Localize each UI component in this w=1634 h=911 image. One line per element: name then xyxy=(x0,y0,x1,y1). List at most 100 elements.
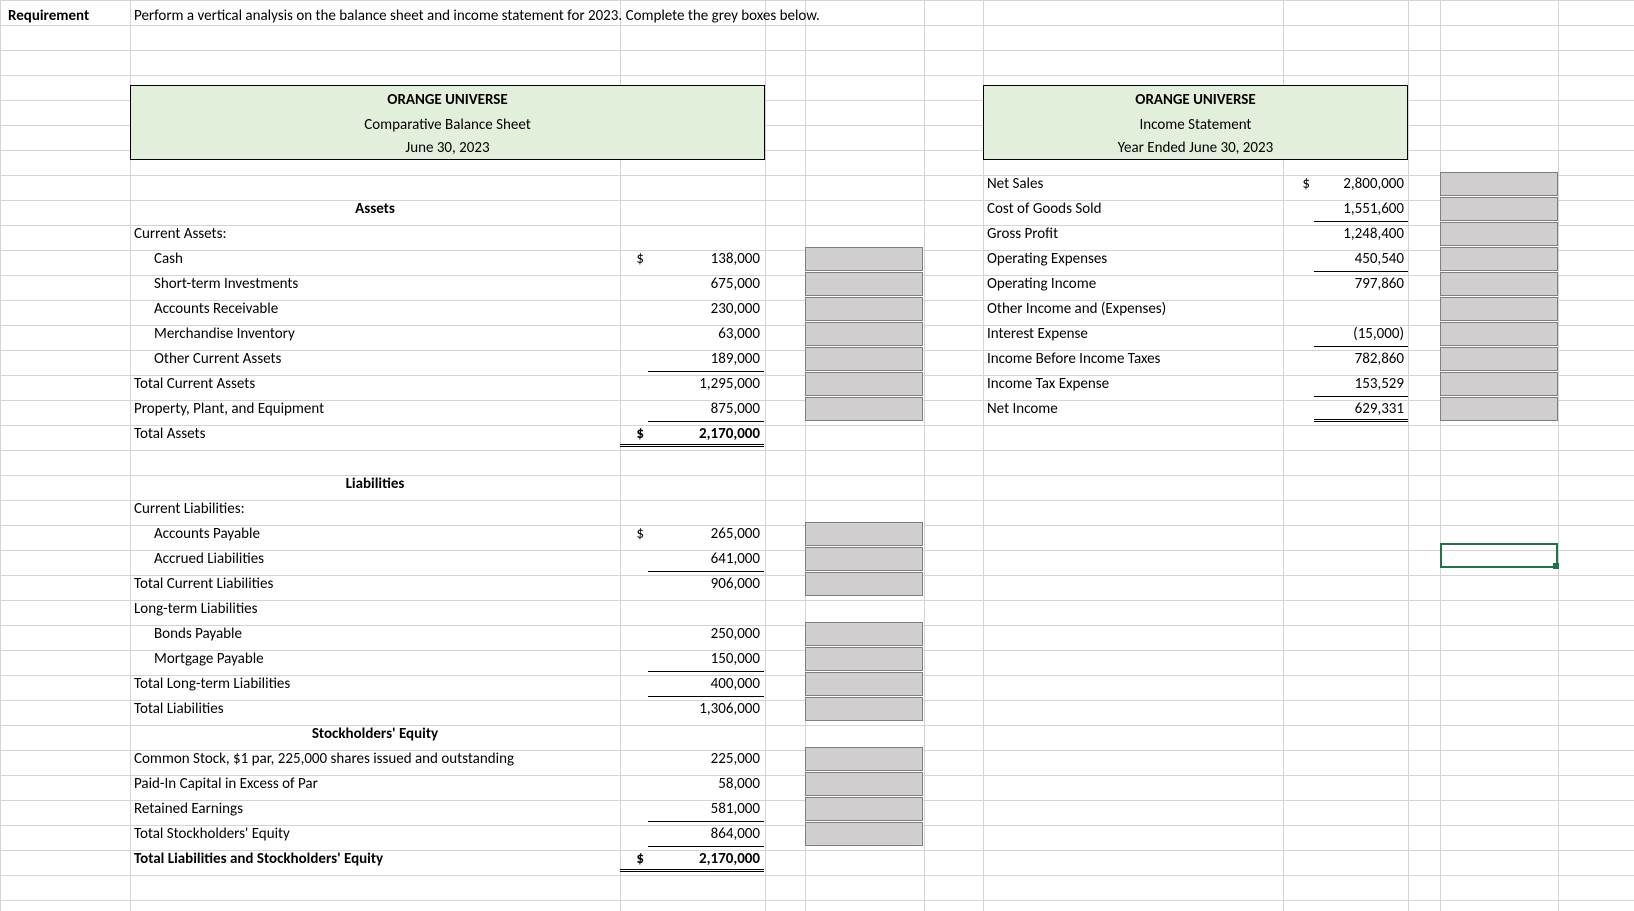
is-oi-input[interactable] xyxy=(1440,272,1558,296)
bs-mp-val: 150,000 xyxy=(648,647,764,672)
bs-tca-label: Total Current Assets xyxy=(130,372,620,397)
bs-mp-label: Mortgage Payable xyxy=(130,647,620,672)
bs-re-label: Retained Earnings xyxy=(130,797,620,822)
is-ni-val: 629,331 xyxy=(1314,397,1408,422)
bs-ar-input[interactable] xyxy=(805,297,923,321)
bs-inv-label: Merchandise Inventory xyxy=(130,322,620,347)
bs-oca-input[interactable] xyxy=(805,347,923,371)
bs-oca-val: 189,000 xyxy=(648,347,764,372)
is-net-sales-label: Net Sales xyxy=(983,172,1283,197)
bs-al-input[interactable] xyxy=(805,547,923,571)
active-cell-selection[interactable] xyxy=(1440,543,1558,568)
se-header: Stockholders' Equity xyxy=(130,722,620,747)
bs-tca-input[interactable] xyxy=(805,372,923,396)
spreadsheet-area[interactable]: // gridlines drawn after via JS below (k… xyxy=(0,0,1634,911)
is-ite-label: Income Tax Expense xyxy=(983,372,1283,397)
assets-header: Assets xyxy=(130,197,620,222)
bs-pic-val: 58,000 xyxy=(648,772,764,797)
bs-company: ORANGE UNIVERSE xyxy=(130,88,765,113)
is-title: Income Statement xyxy=(983,113,1408,138)
bs-mp-input[interactable] xyxy=(805,647,923,671)
bs-sti-label: Short-term Investments xyxy=(130,272,620,297)
bs-ltl-header: Long-term Liabilities xyxy=(130,597,620,622)
bs-tcl-val: 906,000 xyxy=(648,572,764,597)
is-oe-input[interactable] xyxy=(1440,247,1558,271)
is-ni-input[interactable] xyxy=(1440,397,1558,421)
is-date: Year Ended June 30, 2023 xyxy=(983,136,1408,161)
is-ite-input[interactable] xyxy=(1440,372,1558,396)
bs-tlse-label: Total Liabilities and Stockholders' Equi… xyxy=(130,847,620,872)
liabilities-header: Liabilities xyxy=(130,472,620,497)
is-cogs-input[interactable] xyxy=(1440,197,1558,221)
is-other-label: Other Income and (Expenses) xyxy=(983,297,1283,322)
dollar-sign: $ xyxy=(620,847,648,872)
bs-oca-label: Other Current Assets xyxy=(130,347,620,372)
bs-cs-val: 225,000 xyxy=(648,747,764,772)
bs-tlse-val: 2,170,000 xyxy=(648,847,764,872)
bs-inv-input[interactable] xyxy=(805,322,923,346)
is-ie-val: (15,000) xyxy=(1314,322,1408,347)
dollar-sign: $ xyxy=(1290,172,1314,197)
requirement-text: Perform a vertical analysis on the balan… xyxy=(130,4,1030,29)
bs-pic-label: Paid-In Capital in Excess of Par xyxy=(130,772,620,797)
bs-tcl-label: Total Current Liabilities xyxy=(130,572,620,597)
bs-re-input[interactable] xyxy=(805,797,923,821)
is-ie-input[interactable] xyxy=(1440,322,1558,346)
is-ibt-label: Income Before Income Taxes xyxy=(983,347,1283,372)
current-liabilities-header: Current Liabilities: xyxy=(130,497,620,522)
bs-ta-val: 2,170,000 xyxy=(648,422,764,447)
bs-ar-label: Accounts Receivable xyxy=(130,297,620,322)
bs-ta-label: Total Assets xyxy=(130,422,620,447)
bs-sti-val: 675,000 xyxy=(648,272,764,297)
bs-bp-input[interactable] xyxy=(805,622,923,646)
is-company: ORANGE UNIVERSE xyxy=(983,88,1408,113)
bs-date: June 30, 2023 xyxy=(130,136,765,161)
bs-tl-val: 1,306,000 xyxy=(648,697,764,722)
is-other-input[interactable] xyxy=(1440,297,1558,321)
bs-cs-label: Common Stock, $1 par, 225,000 shares iss… xyxy=(130,747,620,772)
is-ibt-input[interactable] xyxy=(1440,347,1558,371)
bs-tltl-val: 400,000 xyxy=(648,672,764,697)
bs-ppe-val: 875,000 xyxy=(648,397,764,422)
is-net-sales-val: 2,800,000 xyxy=(1314,172,1408,197)
is-oe-val: 450,540 xyxy=(1314,247,1408,272)
is-gp-input[interactable] xyxy=(1440,222,1558,246)
bs-al-label: Accrued Liabilities xyxy=(130,547,620,572)
bs-tl-label: Total Liabilities xyxy=(130,697,620,722)
bs-tltl-label: Total Long-term Liabilities xyxy=(130,672,620,697)
bs-ppe-label: Property, Plant, and Equipment xyxy=(130,397,620,422)
bs-re-val: 581,000 xyxy=(648,797,764,822)
is-gp-label: Gross Profit xyxy=(983,222,1283,247)
bs-ppe-input[interactable] xyxy=(805,397,923,421)
bs-tse-val: 864,000 xyxy=(648,822,764,847)
bs-inv-val: 63,000 xyxy=(648,322,764,347)
is-gp-val: 1,248,400 xyxy=(1314,222,1408,247)
bs-tltl-input[interactable] xyxy=(805,672,923,696)
bs-bp-val: 250,000 xyxy=(648,622,764,647)
is-net-sales-input[interactable] xyxy=(1440,172,1558,196)
bs-tse-input[interactable] xyxy=(805,822,923,846)
bs-tcl-input[interactable] xyxy=(805,572,923,596)
is-oi-val: 797,860 xyxy=(1314,272,1408,297)
dollar-sign: $ xyxy=(620,522,648,547)
bs-ap-val: 265,000 xyxy=(648,522,764,547)
is-oi-label: Operating Income xyxy=(983,272,1283,297)
bs-sti-input[interactable] xyxy=(805,272,923,296)
bs-title: Comparative Balance Sheet xyxy=(130,113,765,138)
bs-cash-input[interactable] xyxy=(805,247,923,271)
bs-cs-input[interactable] xyxy=(805,747,923,771)
bs-bp-label: Bonds Payable xyxy=(130,622,620,647)
is-cogs-val: 1,551,600 xyxy=(1314,197,1408,222)
dollar-sign: $ xyxy=(620,422,648,447)
bs-al-val: 641,000 xyxy=(648,547,764,572)
bs-tl-input[interactable] xyxy=(805,697,923,721)
is-ite-val: 153,529 xyxy=(1314,372,1408,397)
bs-ap-label: Accounts Payable xyxy=(130,522,620,547)
is-ibt-val: 782,860 xyxy=(1314,347,1408,372)
bs-tse-label: Total Stockholders' Equity xyxy=(130,822,620,847)
is-ie-label: Interest Expense xyxy=(983,322,1283,347)
bs-pic-input[interactable] xyxy=(805,772,923,796)
bs-ap-input[interactable] xyxy=(805,522,923,546)
bs-cash-label: Cash xyxy=(130,247,620,272)
dollar-sign: $ xyxy=(620,247,648,272)
